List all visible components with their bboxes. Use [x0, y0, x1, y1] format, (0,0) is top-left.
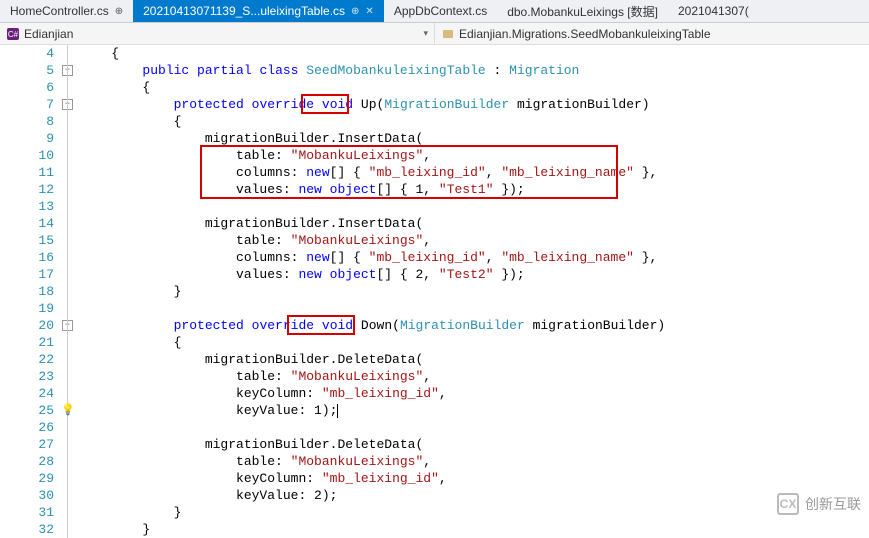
nav-class-text: Edianjian.Migrations.SeedMobankuleixingT…: [459, 27, 711, 41]
nav-scope-project[interactable]: C# Edianjian ▾: [0, 23, 435, 44]
line-number: 25: [0, 402, 54, 419]
line-number: 4: [0, 45, 54, 62]
line-number: 14: [0, 215, 54, 232]
nav-scope-class[interactable]: Edianjian.Migrations.SeedMobankuleixingT…: [435, 23, 869, 44]
code-line[interactable]: keyColumn: "mb_leixing_id",: [80, 470, 869, 487]
fold-column: −−−💡: [60, 45, 78, 521]
watermark: CX 创新互联: [777, 493, 861, 515]
line-number: 17: [0, 266, 54, 283]
line-number: 31: [0, 504, 54, 521]
code-line[interactable]: [80, 198, 869, 215]
tab-homecontroller[interactable]: HomeController.cs ⊕: [0, 0, 133, 22]
code-line[interactable]: table: "MobankuLeixings",: [80, 232, 869, 249]
line-number: 20: [0, 317, 54, 334]
code-line[interactable]: public partial class SeedMobankuleixingT…: [80, 62, 869, 79]
nav-project-text: Edianjian: [24, 27, 73, 41]
line-number-gutter: 4567891011121314151617181920212223242526…: [0, 45, 60, 521]
line-number: 19: [0, 300, 54, 317]
line-number: 15: [0, 232, 54, 249]
code-line[interactable]: {: [80, 113, 869, 130]
code-line[interactable]: }: [80, 283, 869, 300]
line-number: 8: [0, 113, 54, 130]
class-icon: [441, 27, 455, 41]
code-line[interactable]: migrationBuilder.DeleteData(: [80, 436, 869, 453]
csharp-file-icon: C#: [6, 27, 20, 41]
line-number: 12: [0, 181, 54, 198]
lightbulb-icon[interactable]: 💡: [61, 403, 75, 417]
line-number: 11: [0, 164, 54, 181]
line-number: 26: [0, 419, 54, 436]
tab-label: 2021041307(: [678, 4, 749, 18]
tab-label: 20210413071139_S...uleixingTable.cs: [143, 4, 345, 18]
code-line[interactable]: values: new object[] { 1, "Test1" });: [80, 181, 869, 198]
code-line[interactable]: [80, 300, 869, 317]
line-number: 32: [0, 521, 54, 538]
code-line[interactable]: columns: new[] { "mb_leixing_id", "mb_le…: [80, 249, 869, 266]
tab-label: AppDbContext.cs: [394, 4, 487, 18]
code-line[interactable]: {: [80, 334, 869, 351]
tab-overflow[interactable]: 2021041307(: [668, 0, 759, 22]
line-number: 18: [0, 283, 54, 300]
line-number: 23: [0, 368, 54, 385]
code-line[interactable]: table: "MobankuLeixings",: [80, 147, 869, 164]
line-number: 9: [0, 130, 54, 147]
code-line[interactable]: migrationBuilder.DeleteData(: [80, 351, 869, 368]
pin-icon: ⊕: [351, 6, 359, 17]
line-number: 6: [0, 79, 54, 96]
line-number: 22: [0, 351, 54, 368]
line-number: 7: [0, 96, 54, 113]
code-line[interactable]: }: [80, 521, 869, 538]
line-number: 21: [0, 334, 54, 351]
code-line[interactable]: migrationBuilder.InsertData(: [80, 215, 869, 232]
line-number: 10: [0, 147, 54, 164]
navigation-bar: C# Edianjian ▾ Edianjian.Migrations.Seed…: [0, 23, 869, 45]
code-line[interactable]: [80, 419, 869, 436]
code-line[interactable]: table: "MobankuLeixings",: [80, 368, 869, 385]
line-number: 13: [0, 198, 54, 215]
chevron-down-icon: ▾: [423, 28, 428, 39]
tab-label: dbo.MobankuLeixings [数据]: [507, 3, 658, 20]
pin-icon: ⊕: [115, 6, 123, 17]
code-line[interactable]: {: [80, 45, 869, 62]
tab-appdbcontext[interactable]: AppDbContext.cs: [384, 0, 497, 22]
line-number: 5: [0, 62, 54, 79]
code-line[interactable]: values: new object[] { 2, "Test2" });: [80, 266, 869, 283]
code-line[interactable]: table: "MobankuLeixings",: [80, 453, 869, 470]
code-line[interactable]: columns: new[] { "mb_leixing_id", "mb_le…: [80, 164, 869, 181]
line-number: 27: [0, 436, 54, 453]
tab-label: HomeController.cs: [10, 4, 109, 18]
code-editor[interactable]: 4567891011121314151617181920212223242526…: [0, 45, 869, 521]
tab-dbo-mobanku[interactable]: dbo.MobankuLeixings [数据]: [497, 0, 668, 22]
line-number: 29: [0, 470, 54, 487]
code-line[interactable]: migrationBuilder.InsertData(: [80, 130, 869, 147]
watermark-text: 创新互联: [805, 494, 861, 514]
line-number: 24: [0, 385, 54, 402]
code-line[interactable]: }: [80, 504, 869, 521]
tab-bar: HomeController.cs ⊕ 20210413071139_S...u…: [0, 0, 869, 23]
code-line[interactable]: protected override void Down(MigrationBu…: [80, 317, 869, 334]
code-line[interactable]: {: [80, 79, 869, 96]
close-icon[interactable]: ✕: [365, 6, 373, 17]
code-line[interactable]: keyColumn: "mb_leixing_id",: [80, 385, 869, 402]
svg-text:C#: C#: [8, 30, 19, 39]
code-line[interactable]: keyValue: 2);: [80, 487, 869, 504]
watermark-logo: CX: [777, 493, 799, 515]
code-area[interactable]: { public partial class SeedMobankuleixin…: [78, 45, 869, 521]
line-number: 16: [0, 249, 54, 266]
line-number: 28: [0, 453, 54, 470]
code-line[interactable]: keyValue: 1);: [80, 402, 869, 419]
line-number: 30: [0, 487, 54, 504]
tab-seedtable-active[interactable]: 20210413071139_S...uleixingTable.cs ⊕ ✕: [133, 0, 384, 22]
code-line[interactable]: protected override void Up(MigrationBuil…: [80, 96, 869, 113]
